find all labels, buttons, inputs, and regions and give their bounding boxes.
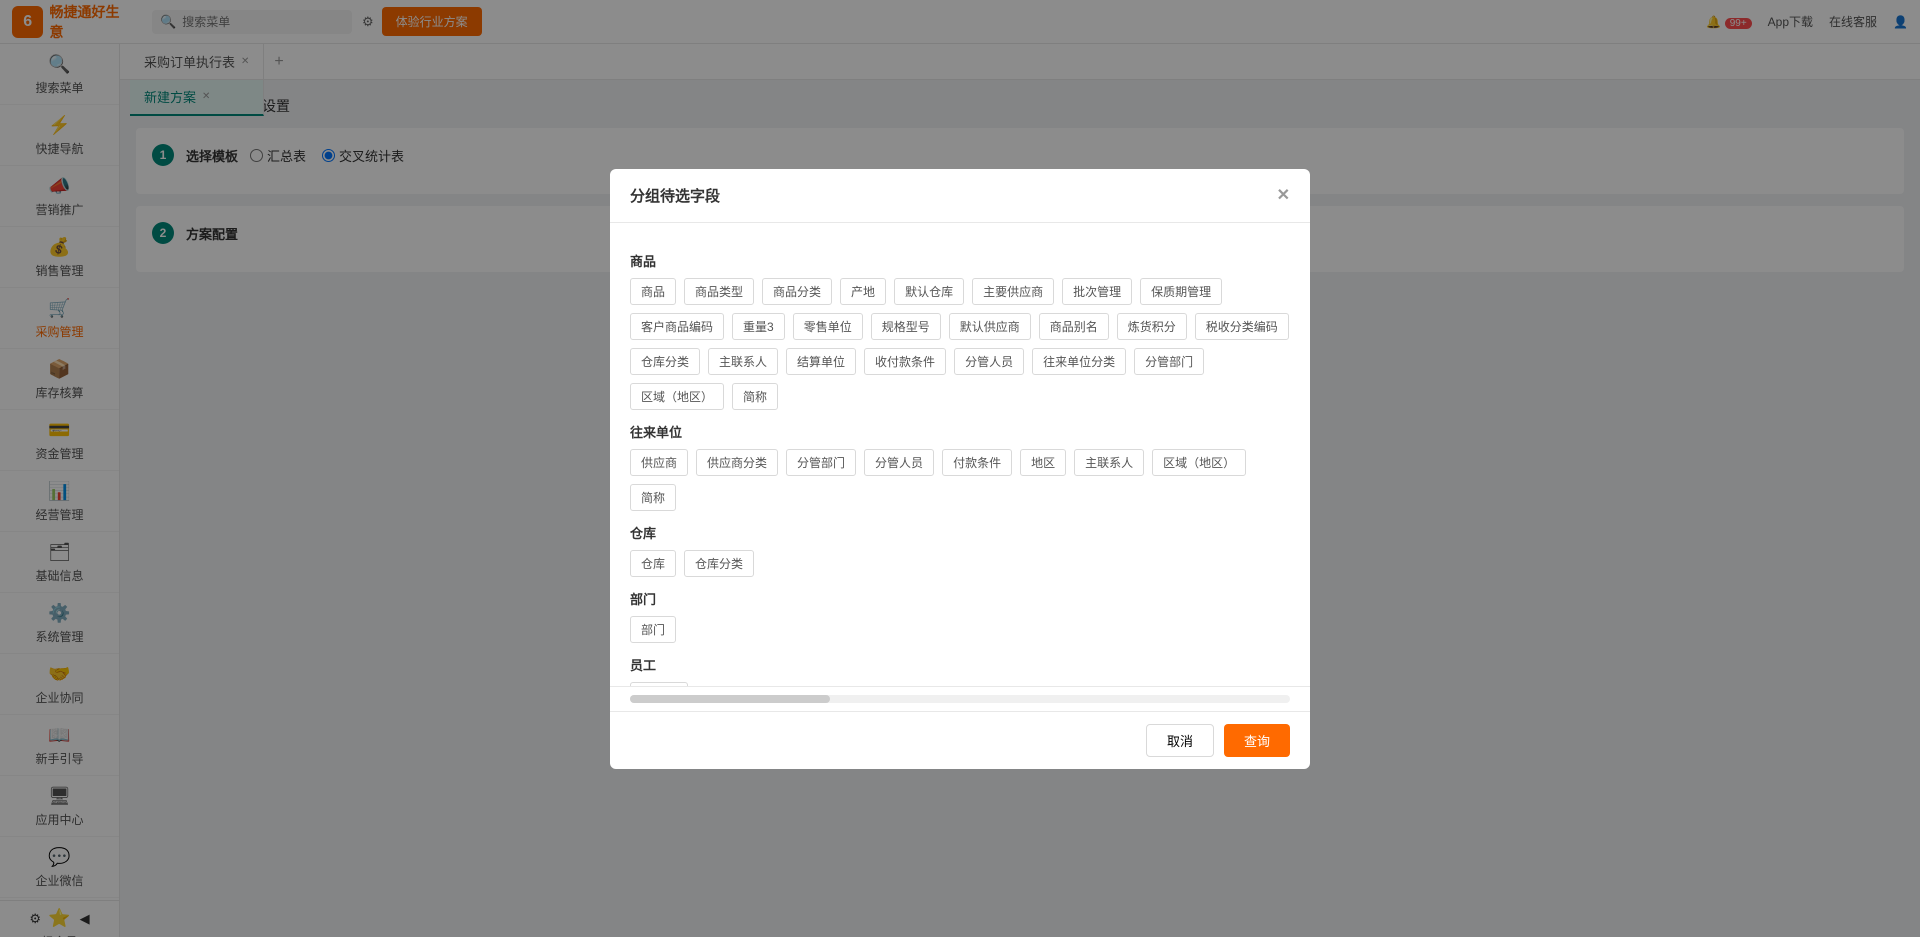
field-chip-2-1[interactable]: 仓库分类 <box>684 550 754 577</box>
field-chip-0-4[interactable]: 默认仓库 <box>894 278 964 305</box>
modal-title: 分组待选字段 <box>630 185 720 206</box>
field-chip-0-18[interactable]: 结算单位 <box>786 348 856 375</box>
field-chip-3-0[interactable]: 部门 <box>630 616 676 643</box>
field-chip-1-2[interactable]: 分管部门 <box>786 449 856 476</box>
field-chip-1-8[interactable]: 简称 <box>630 484 676 511</box>
horizontal-thumb <box>630 695 830 703</box>
field-chips-0: 商品商品类型商品分类产地默认仓库主要供应商批次管理保质期管理客户商品编码重量3 零… <box>630 278 1290 410</box>
field-chip-0-8[interactable]: 客户商品编码 <box>630 313 724 340</box>
field-chip-0-0[interactable]: 商品 <box>630 278 676 305</box>
field-chip-0-2[interactable]: 商品分类 <box>762 278 832 305</box>
horizontal-scrollbar[interactable] <box>630 695 1290 703</box>
section-title-4: 员工 <box>630 655 1290 674</box>
field-chip-0-23[interactable]: 区域（地区） <box>630 383 724 410</box>
field-chip-2-0[interactable]: 仓库 <box>630 550 676 577</box>
field-chip-0-19[interactable]: 收付款条件 <box>864 348 946 375</box>
field-chip-0-14[interactable]: 炼货积分 <box>1117 313 1187 340</box>
modal-close-button[interactable]: ✕ <box>1277 185 1290 205</box>
field-chip-0-24[interactable]: 简称 <box>732 383 778 410</box>
field-chip-0-15[interactable]: 税收分类编码 <box>1195 313 1289 340</box>
section-title-1: 往来单位 <box>630 422 1290 441</box>
modal-overlay: 分组待选字段 ✕ 商品商品商品类型商品分类产地默认仓库主要供应商批次管理保质期管… <box>0 0 1920 937</box>
field-chip-0-13[interactable]: 商品别名 <box>1039 313 1109 340</box>
field-chip-0-22[interactable]: 分管部门 <box>1134 348 1204 375</box>
field-chips-1: 供应商供应商分类分管部门分管人员付款条件地区主联系人区域（地区） 简称 <box>630 449 1290 511</box>
cancel-button[interactable]: 取消 <box>1146 724 1214 757</box>
field-chip-1-3[interactable]: 分管人员 <box>864 449 934 476</box>
field-chip-0-7[interactable]: 保质期管理 <box>1140 278 1222 305</box>
section-title-3: 部门 <box>630 589 1290 608</box>
field-chip-1-7[interactable]: 区域（地区） <box>1152 449 1246 476</box>
field-chip-0-6[interactable]: 批次管理 <box>1062 278 1132 305</box>
field-chip-0-12[interactable]: 默认供应商 <box>949 313 1031 340</box>
modal-body[interactable]: 商品商品商品类型商品分类产地默认仓库主要供应商批次管理保质期管理客户商品编码重量… <box>610 223 1310 686</box>
field-chip-0-5[interactable]: 主要供应商 <box>972 278 1054 305</box>
field-chip-1-5[interactable]: 地区 <box>1020 449 1066 476</box>
field-chip-1-4[interactable]: 付款条件 <box>942 449 1012 476</box>
field-select-modal: 分组待选字段 ✕ 商品商品商品类型商品分类产地默认仓库主要供应商批次管理保质期管… <box>610 169 1310 769</box>
field-chip-0-21[interactable]: 往来单位分类 <box>1032 348 1126 375</box>
field-chip-0-9[interactable]: 重量3 <box>732 313 785 340</box>
field-chip-1-1[interactable]: 供应商分类 <box>696 449 778 476</box>
field-chips-2: 仓库仓库分类 <box>630 550 1290 577</box>
field-chip-0-3[interactable]: 产地 <box>840 278 886 305</box>
field-chips-3: 部门 <box>630 616 1290 643</box>
modal-footer: 取消 查询 <box>610 711 1310 769</box>
section-title-0: 商品 <box>630 251 1290 270</box>
field-chip-1-0[interactable]: 供应商 <box>630 449 688 476</box>
field-chip-0-10[interactable]: 零售单位 <box>793 313 863 340</box>
field-chip-0-11[interactable]: 规格型号 <box>871 313 941 340</box>
modal-header: 分组待选字段 ✕ <box>610 169 1310 223</box>
field-chip-1-6[interactable]: 主联系人 <box>1074 449 1144 476</box>
field-chip-0-20[interactable]: 分管人员 <box>954 348 1024 375</box>
field-chip-0-17[interactable]: 主联系人 <box>708 348 778 375</box>
section-title-2: 仓库 <box>630 523 1290 542</box>
confirm-button[interactable]: 查询 <box>1224 724 1290 757</box>
field-chip-0-16[interactable]: 仓库分类 <box>630 348 700 375</box>
field-chip-0-1[interactable]: 商品类型 <box>684 278 754 305</box>
